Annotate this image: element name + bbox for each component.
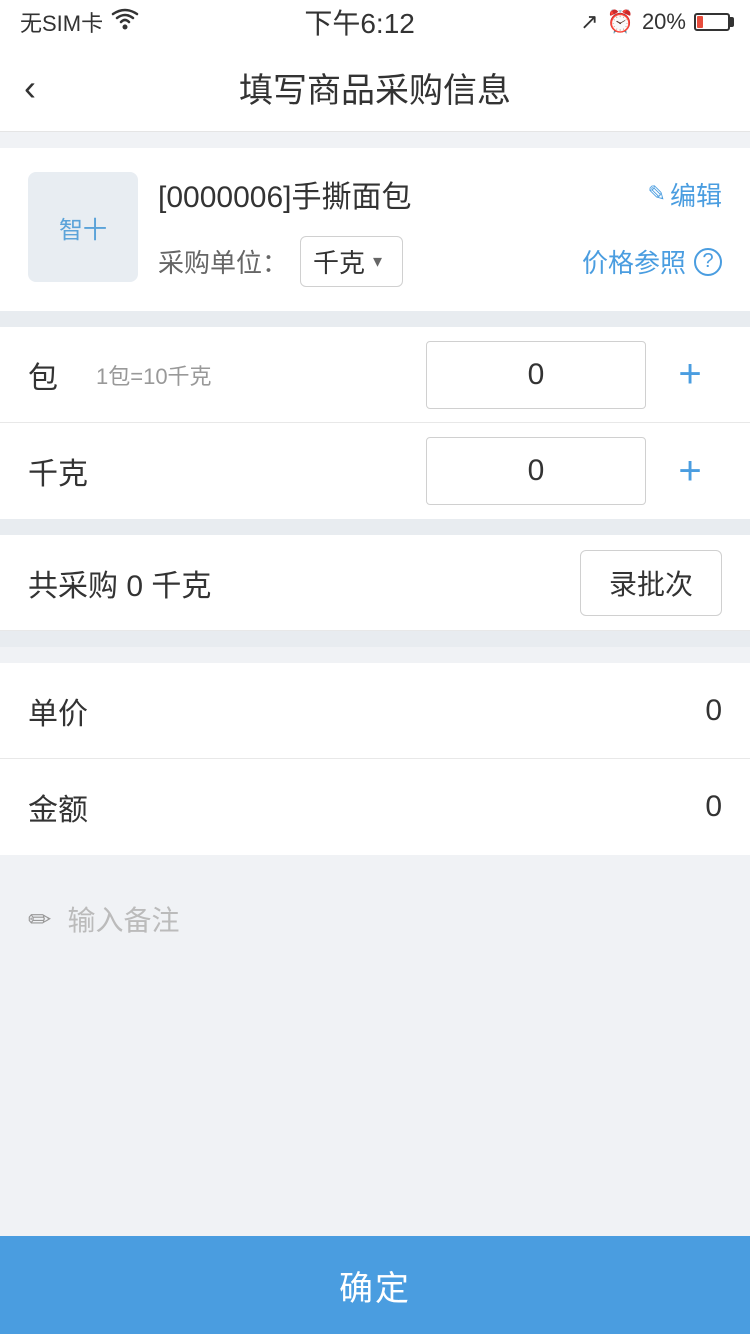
status-time: 下午6:12 — [304, 2, 415, 42]
battery-icon — [694, 13, 730, 31]
amount-value: 0 — [705, 790, 722, 824]
carrier-text: 无SIM卡 — [20, 6, 103, 38]
amount-row: 金额 0 — [0, 759, 750, 855]
product-name: [0000006]手撕面包 — [158, 172, 411, 216]
status-left: 无SIM卡 — [20, 6, 139, 38]
bag-input-row: 包 1包=10千克 0 + — [0, 327, 750, 423]
dropdown-icon: ▾ — [373, 251, 382, 272]
price-ref-info-icon: ? — [694, 248, 722, 276]
price-ref-label: 价格参照 — [582, 243, 686, 280]
status-right: ↗ ⏰ 20% — [580, 9, 730, 35]
record-batch-button[interactable]: 录批次 — [580, 550, 722, 616]
product-thumbnail: 智十 — [28, 172, 138, 282]
summary-section: 共采购 0 千克 录批次 — [0, 519, 750, 647]
back-button[interactable]: ‹ — [24, 67, 36, 109]
remark-placeholder: 输入备注 — [67, 899, 179, 939]
divider-1 — [0, 311, 750, 327]
price-ref-button[interactable]: 价格参照 ? — [582, 243, 722, 280]
battery-pct: 20% — [642, 9, 686, 35]
kg-quantity-value: 0 — [528, 454, 545, 488]
quantity-section: 包 1包=10千克 0 + 千克 0 + — [0, 327, 750, 519]
unit-label: 采购单位： — [158, 243, 288, 280]
bag-sub-label: 1包=10千克 — [96, 359, 212, 391]
edit-button[interactable]: ✎ 编辑 — [648, 176, 722, 213]
kg-input-row: 千克 0 + — [0, 423, 750, 519]
confirm-button[interactable]: 确定 — [0, 1236, 750, 1334]
bag-label: 包 — [28, 353, 88, 397]
price-section: 单价 0 金额 0 — [0, 663, 750, 855]
kg-quantity-input[interactable]: 0 — [426, 437, 646, 505]
remark-section[interactable]: ✏ 输入备注 — [0, 871, 750, 967]
unit-price-label: 单价 — [28, 689, 705, 733]
nav-bar: ‹ 填写商品采购信息 — [0, 44, 750, 132]
unit-price-row: 单价 0 — [0, 663, 750, 759]
bag-plus-button[interactable]: + — [658, 343, 722, 407]
unit-select[interactable]: 千克 ▾ — [300, 236, 403, 287]
product-card: 智十 [0000006]手撕面包 ✎ 编辑 采购单位： 千克 ▾ 价格参照 ? — [0, 148, 750, 311]
location-icon: ↗ — [580, 9, 598, 35]
pencil-icon: ✏ — [28, 903, 51, 936]
unit-price-value: 0 — [705, 694, 722, 728]
wifi-icon — [111, 8, 139, 36]
kg-plus-button[interactable]: + — [658, 439, 722, 503]
divider-2 — [0, 519, 750, 535]
amount-label: 金额 — [28, 785, 705, 829]
product-info: [0000006]手撕面包 ✎ 编辑 采购单位： 千克 ▾ 价格参照 ? — [158, 172, 722, 287]
summary-text: 共采购 0 千克 — [28, 561, 580, 605]
edit-label: 编辑 — [670, 176, 722, 213]
unit-value: 千克 — [313, 243, 365, 280]
divider-3 — [0, 631, 750, 647]
status-bar: 无SIM卡 下午6:12 ↗ ⏰ 20% — [0, 0, 750, 44]
product-logo-text: 智十 — [59, 210, 107, 245]
edit-icon: ✎ — [648, 181, 666, 207]
bag-quantity-value: 0 — [528, 358, 545, 392]
kg-label: 千克 — [28, 449, 88, 493]
bag-quantity-input[interactable]: 0 — [426, 341, 646, 409]
summary-row: 共采购 0 千克 录批次 — [0, 535, 750, 631]
page-title: 填写商品采购信息 — [239, 63, 511, 112]
alarm-icon: ⏰ — [607, 9, 634, 35]
